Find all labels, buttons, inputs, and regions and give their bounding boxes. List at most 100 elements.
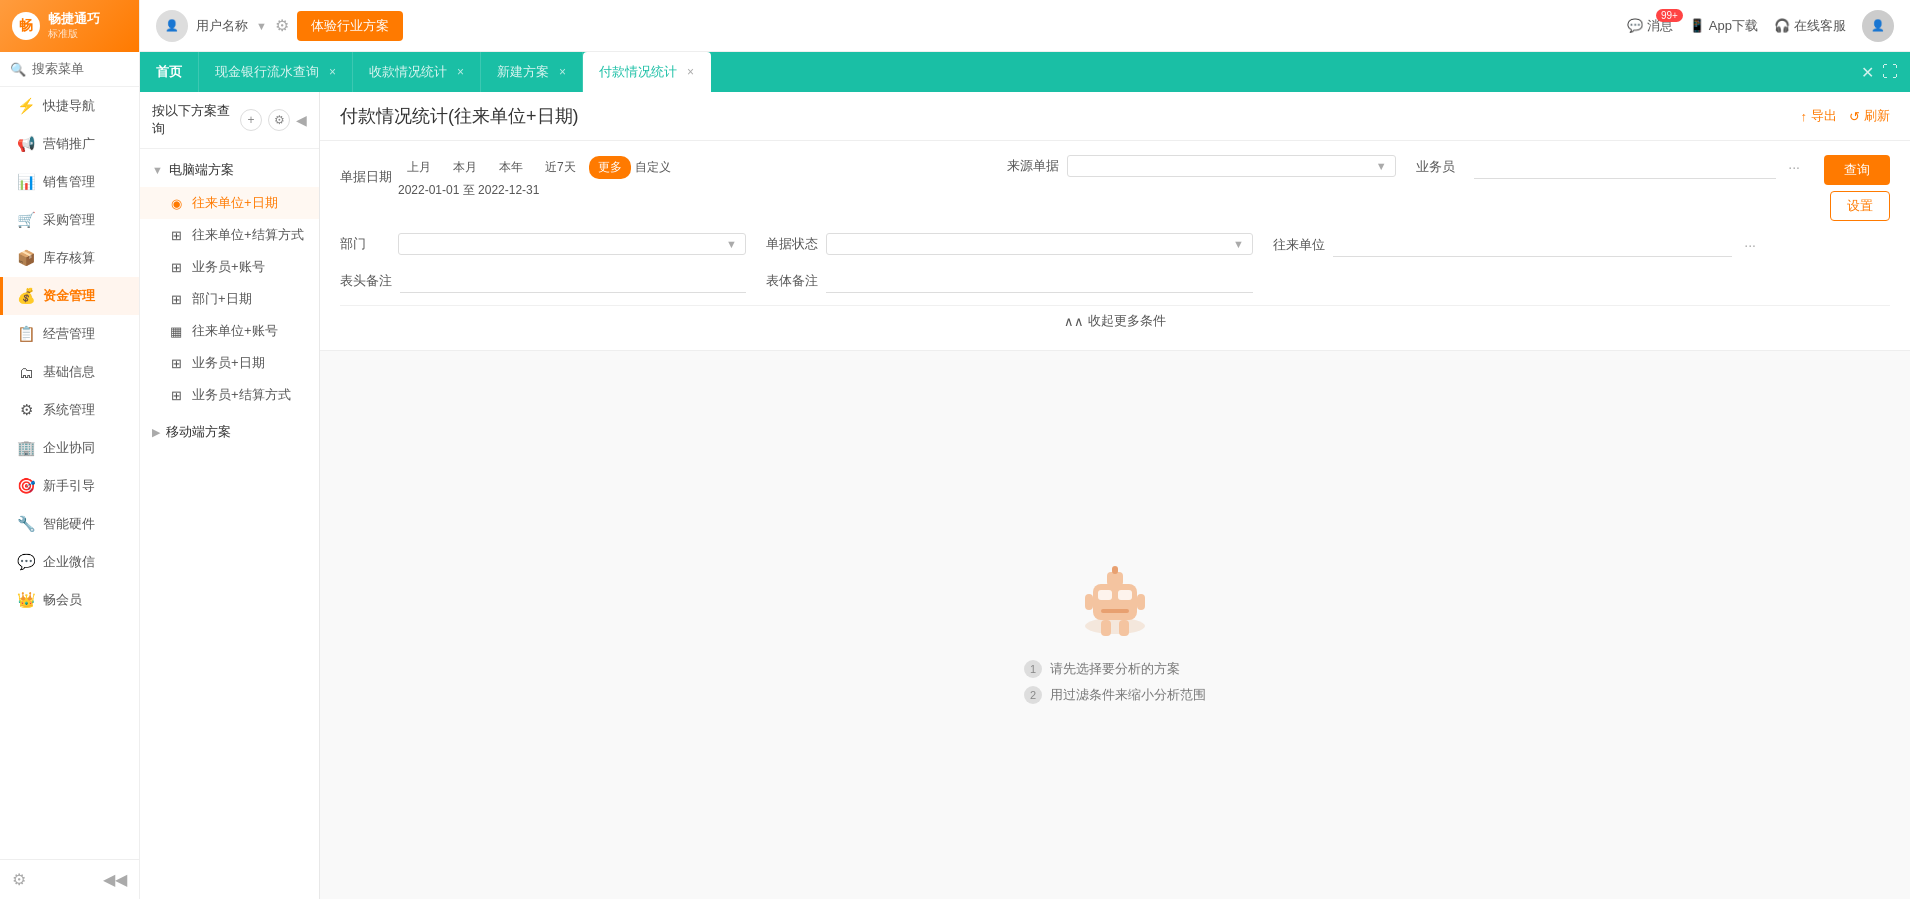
tab-home[interactable]: 首页 bbox=[140, 52, 199, 92]
tab-receipt-close-icon[interactable]: × bbox=[457, 65, 464, 79]
scheme-item-staff-settle[interactable]: ⊞ 业务员+结算方式 bbox=[140, 379, 319, 411]
tab-close-all-icon[interactable]: ✕ bbox=[1861, 63, 1874, 82]
desktop-group-header[interactable]: ▼ 电脑端方案 bbox=[140, 153, 319, 187]
date-btn-this-month[interactable]: 本月 bbox=[444, 155, 486, 180]
sidebar-item-operation[interactable]: 📋 经营管理 bbox=[0, 315, 139, 353]
app-download-button[interactable]: 📱 App下载 bbox=[1689, 17, 1758, 35]
tab-bank-flow[interactable]: 现金银行流水查询 × bbox=[199, 52, 353, 92]
tab-new-scheme[interactable]: 新建方案 × bbox=[481, 52, 583, 92]
scheme-item-staff-date[interactable]: ⊞ 业务员+日期 bbox=[140, 347, 319, 379]
refresh-button[interactable]: ↺ 刷新 bbox=[1849, 107, 1890, 125]
collapse-arrow-icon: ∧∧ bbox=[1064, 314, 1084, 329]
sidebar-item-hardware[interactable]: 🔧 智能硬件 bbox=[0, 505, 139, 543]
svg-rect-2 bbox=[1098, 590, 1112, 600]
page-header: 付款情况统计(往来单位+日期) ↑ 导出 ↺ 刷新 bbox=[320, 92, 1910, 141]
scheme-item-label: 业务员+账号 bbox=[192, 258, 265, 276]
sidebar-item-label: 系统管理 bbox=[43, 401, 95, 419]
filter-row-1: 单据日期 上月 本月 本年 近7天 更多 自定义 2022-01-01 至 20… bbox=[340, 155, 1890, 221]
date-btn-more[interactable]: 更多 bbox=[589, 156, 631, 179]
message-badge: 99+ bbox=[1656, 9, 1683, 22]
username-chevron-icon[interactable]: ▼ bbox=[256, 20, 267, 32]
tab-expand-icon[interactable]: ⛶ bbox=[1882, 63, 1898, 81]
sidebar-item-system[interactable]: ⚙ 系统管理 bbox=[0, 391, 139, 429]
scheme-item-dept-date[interactable]: ⊞ 部门+日期 bbox=[140, 283, 319, 315]
tab-new-scheme-close-icon[interactable]: × bbox=[559, 65, 566, 79]
scheme-bar-icon: ▦ bbox=[168, 324, 184, 339]
topbar-user-avatar-right[interactable]: 👤 bbox=[1862, 10, 1894, 42]
date-custom-label[interactable]: 自定义 bbox=[635, 159, 671, 176]
sidebar-item-enterprise[interactable]: 🏢 企业协同 bbox=[0, 429, 139, 467]
trial-button[interactable]: 体验行业方案 bbox=[297, 11, 403, 41]
export-button[interactable]: ↑ 导出 bbox=[1801, 107, 1838, 125]
mobile-group-label: 移动端方案 bbox=[166, 423, 231, 441]
filter-row-3: 表头备注 表体备注 bbox=[340, 269, 1890, 293]
doc-status-select[interactable]: ▼ bbox=[826, 233, 1253, 255]
collapse-sidebar-icon[interactable]: ◀◀ bbox=[103, 870, 127, 889]
date-btn-this-year[interactable]: 本年 bbox=[490, 155, 532, 180]
desktop-group-label: 电脑端方案 bbox=[169, 161, 234, 179]
tab-receipt-stats[interactable]: 收款情况统计 × bbox=[353, 52, 481, 92]
scheme-item-unit-date[interactable]: ◉ 往来单位+日期 bbox=[140, 187, 319, 219]
scheme-chart-icon: ◉ bbox=[168, 196, 184, 211]
sidebar-item-label: 库存核算 bbox=[43, 249, 95, 267]
query-button[interactable]: 查询 bbox=[1824, 155, 1890, 185]
tab-payment-stats[interactable]: 付款情况统计 × bbox=[583, 52, 711, 92]
setting-button[interactable]: 设置 bbox=[1830, 191, 1890, 221]
date-btn-7days[interactable]: 近7天 bbox=[536, 155, 585, 180]
scheme-item-unit-settle[interactable]: ⊞ 往来单位+结算方式 bbox=[140, 219, 319, 251]
search-label: 搜索菜单 bbox=[32, 60, 84, 78]
sidebar-item-inventory[interactable]: 📦 库存核算 bbox=[0, 239, 139, 277]
tab-new-scheme-label: 新建方案 bbox=[497, 63, 549, 81]
doc-status-arrow-icon: ▼ bbox=[1233, 238, 1244, 250]
staff-input[interactable] bbox=[1474, 155, 1777, 179]
refresh-icon: ↺ bbox=[1849, 109, 1860, 124]
sidebar-item-sales[interactable]: 📊 销售管理 bbox=[0, 163, 139, 201]
scheme-item-unit-account[interactable]: ▦ 往来单位+账号 bbox=[140, 315, 319, 347]
scheme-item-staff-account[interactable]: ⊞ 业务员+账号 bbox=[140, 251, 319, 283]
system-icon: ⚙ bbox=[17, 401, 35, 419]
tip-num-1: 1 bbox=[1024, 660, 1042, 678]
counterpart-dots-icon[interactable]: ··· bbox=[1740, 237, 1760, 253]
message-button[interactable]: 💬 消息 99+ bbox=[1627, 17, 1673, 35]
sidebar-item-vip[interactable]: 👑 畅会员 bbox=[0, 581, 139, 619]
scheme-panel-collapse-icon[interactable]: ◀ bbox=[296, 112, 307, 128]
source-doc-select[interactable]: ▼ bbox=[1067, 155, 1395, 177]
table-body-note-input[interactable] bbox=[826, 269, 1253, 293]
staff-dots-icon[interactable]: ··· bbox=[1784, 159, 1804, 175]
counterpart-label: 往来单位 bbox=[1273, 236, 1325, 254]
sidebar-item-basic[interactable]: 🗂 基础信息 bbox=[0, 353, 139, 391]
sidebar-item-capital[interactable]: 💰 资金管理 bbox=[0, 277, 139, 315]
collapse-more-button[interactable]: ∧∧ 收起更多条件 bbox=[340, 305, 1890, 336]
date-btn-last-month[interactable]: 上月 bbox=[398, 155, 440, 180]
scheme-item-label: 业务员+结算方式 bbox=[192, 386, 291, 404]
tab-payment-close-icon[interactable]: × bbox=[687, 65, 694, 79]
counterpart-input[interactable] bbox=[1333, 233, 1732, 257]
sidebar-item-wechat[interactable]: 💬 企业微信 bbox=[0, 543, 139, 581]
online-service-button[interactable]: 🎧 在线客服 bbox=[1774, 17, 1846, 35]
sidebar-item-purchase[interactable]: 🛒 采购管理 bbox=[0, 201, 139, 239]
scheme-table2-icon: ⊞ bbox=[168, 260, 184, 275]
sidebar-item-marketing[interactable]: 📢 营销推广 bbox=[0, 125, 139, 163]
hardware-icon: 🔧 bbox=[17, 515, 35, 533]
desktop-group-arrow-icon: ▼ bbox=[152, 164, 163, 176]
add-scheme-button[interactable]: + bbox=[240, 109, 262, 131]
vip-icon: 👑 bbox=[17, 591, 35, 609]
app-label: App下载 bbox=[1709, 17, 1758, 35]
table-header-note-input[interactable] bbox=[400, 269, 746, 293]
date-filter-label: 单据日期 bbox=[340, 168, 392, 186]
topbar-gear-icon[interactable]: ⚙ bbox=[275, 16, 289, 35]
mobile-group-header[interactable]: ▶ 移动端方案 bbox=[140, 415, 319, 449]
settings-icon[interactable]: ⚙ bbox=[12, 870, 26, 889]
sidebar-item-label: 基础信息 bbox=[43, 363, 95, 381]
tab-home-label: 首页 bbox=[156, 63, 182, 81]
doc-status-field: 单据状态 ▼ bbox=[766, 233, 1253, 255]
sidebar-item-label: 经营管理 bbox=[43, 325, 95, 343]
search-menu[interactable]: 🔍 搜索菜单 bbox=[0, 52, 139, 87]
scheme-setting-button[interactable]: ⚙ bbox=[268, 109, 290, 131]
sidebar-item-guide[interactable]: 🎯 新手引导 bbox=[0, 467, 139, 505]
dept-select[interactable]: ▼ bbox=[398, 233, 746, 255]
tab-bank-flow-close-icon[interactable]: × bbox=[329, 65, 336, 79]
tab-receipt-stats-label: 收款情况统计 bbox=[369, 63, 447, 81]
topbar-right: 💬 消息 99+ 📱 App下载 🎧 在线客服 👤 bbox=[1627, 10, 1894, 42]
sidebar-item-quick-nav[interactable]: ⚡ 快捷导航 bbox=[0, 87, 139, 125]
